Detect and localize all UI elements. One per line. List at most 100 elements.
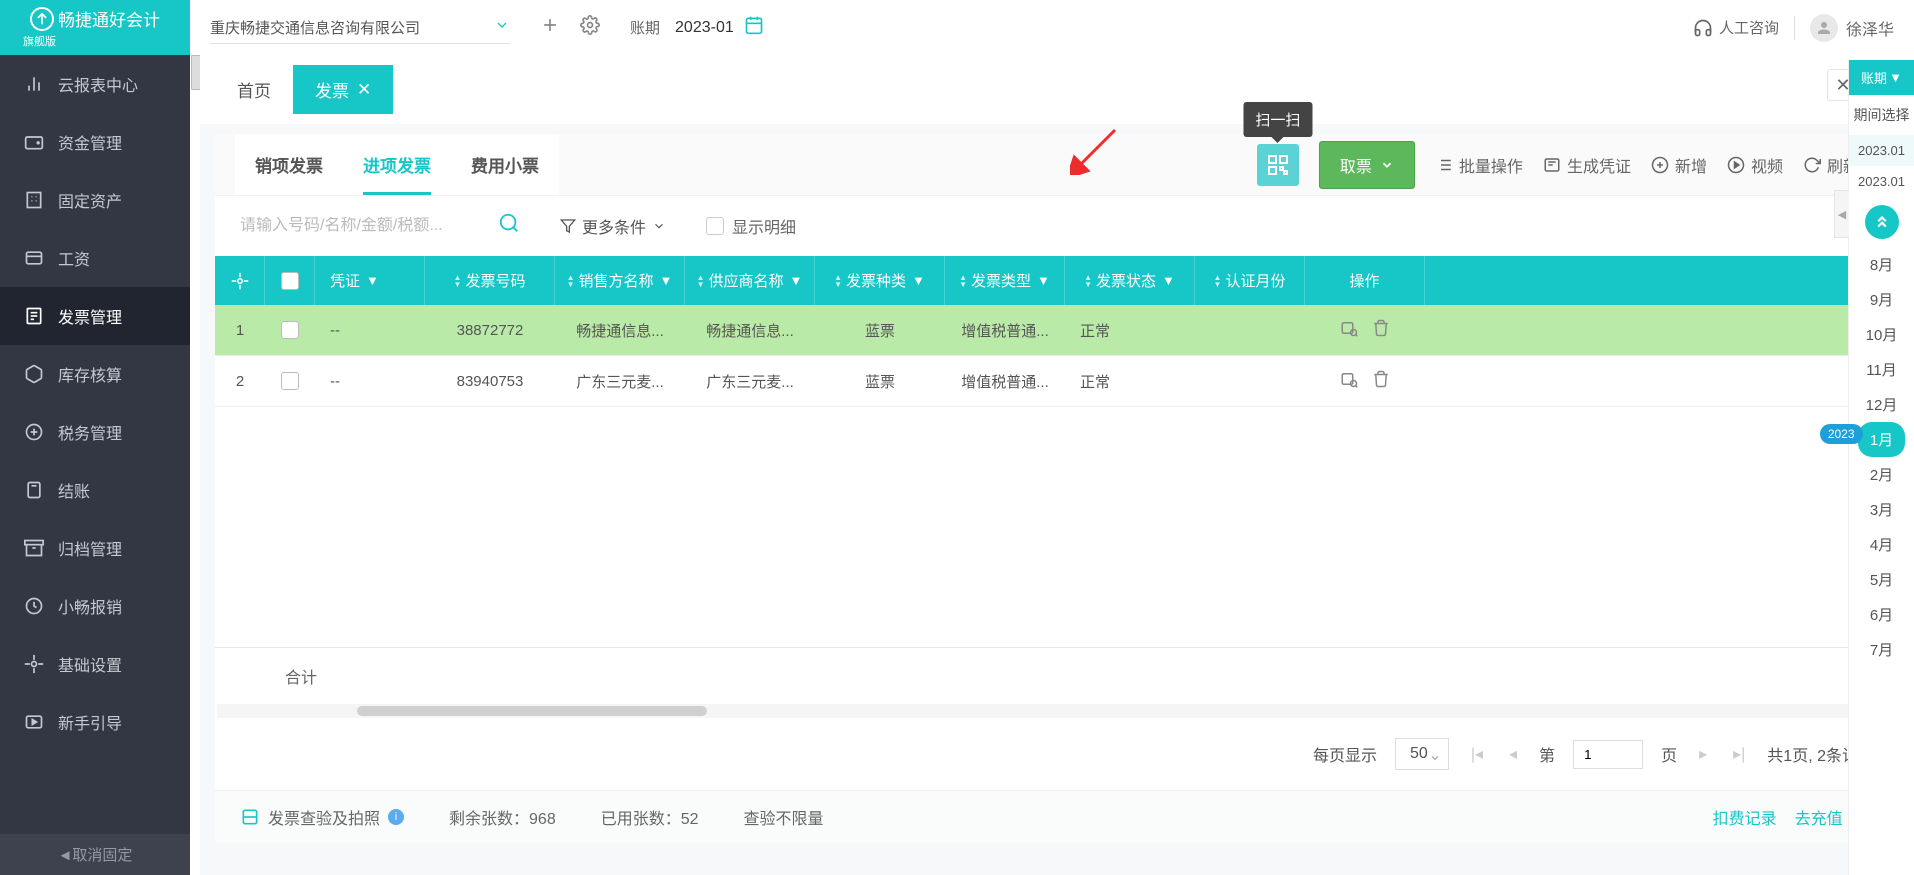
table-row[interactable]: 1--38872772畅捷通信息...畅捷通信息...蓝票增值税普通...正常 [215, 305, 1899, 356]
sort-icon: ▲▼ [697, 274, 705, 288]
user-menu[interactable]: 徐泽华 [1810, 14, 1894, 42]
col-voucher[interactable]: 凭证▼ [315, 256, 425, 305]
sidebar-item-building[interactable]: 固定资产 [0, 171, 190, 229]
horizontal-scrollbar[interactable] [217, 704, 1897, 718]
gen-voucher-button[interactable]: 生成凭证 [1543, 153, 1631, 177]
qr-scan-button[interactable]: 扫一扫 [1257, 144, 1299, 186]
table-header: 凭证▼ ▲▼发票号码 ▲▼销售方名称▼ ▲▼供应商名称▼ ▲▼发票种类▼ ▲▼发… [215, 256, 1899, 305]
sidebar-item-close-book[interactable]: 结账 [0, 461, 190, 519]
sort-icon: ▲▼ [567, 274, 575, 288]
page-first[interactable]: |◂ [1467, 740, 1487, 768]
voucher-icon [1543, 156, 1561, 174]
col-kind[interactable]: ▲▼发票种类▼ [815, 256, 945, 305]
period-month[interactable]: 2月 [1858, 457, 1905, 492]
period-button[interactable]: 账期 ▼ [1849, 60, 1914, 95]
period-month[interactable]: 8月 [1858, 247, 1905, 282]
sidebar-item-label: 固定资产 [58, 188, 122, 212]
period-month[interactable]: 12月 [1854, 387, 1910, 422]
period-month[interactable]: 3月 [1858, 492, 1905, 527]
sidebar-item-label: 发票管理 [58, 304, 122, 328]
sidebar-item-chart[interactable]: 云报表中心 [0, 55, 190, 113]
sidebar-item-label: 云报表中心 [58, 72, 138, 96]
per-page-select[interactable]: 50 ⌄ [1395, 738, 1449, 770]
gear-icon[interactable] [580, 15, 600, 41]
col-type[interactable]: ▲▼发票类型▼ [945, 256, 1065, 305]
video-button[interactable]: 视频 [1727, 153, 1783, 177]
calendar-icon[interactable] [744, 15, 764, 40]
delete-icon[interactable] [1372, 319, 1390, 341]
period-year-start[interactable]: 2023.01 [1849, 135, 1914, 166]
sidebar-item-guide[interactable]: 新手引导 [0, 693, 190, 751]
period-month[interactable]: 7月 [1858, 632, 1905, 667]
sidebar-item-tax[interactable]: 税务管理 [0, 403, 190, 461]
col-month[interactable]: ▲▼认证月份 [1195, 256, 1305, 305]
page-prev[interactable]: ◂ [1505, 740, 1521, 768]
period-month[interactable]: 10月 [1854, 317, 1910, 352]
period-month[interactable]: 4月 [1858, 527, 1905, 562]
checkbox[interactable] [706, 217, 724, 235]
scrollbar-thumb[interactable] [357, 706, 707, 716]
invoice-icon [24, 306, 44, 326]
col-status[interactable]: ▲▼发票状态▼ [1065, 256, 1195, 305]
fee-record-link[interactable]: 扣费记录 [1713, 805, 1777, 829]
view-icon[interactable] [1340, 319, 1358, 341]
more-conditions[interactable]: 更多条件 [560, 214, 666, 238]
sidebar-item-settings[interactable]: 基础设置 [0, 635, 190, 693]
col-invoice-no[interactable]: ▲▼发票号码 [425, 256, 555, 305]
scroll-up-button[interactable] [1865, 205, 1899, 239]
page-next[interactable]: ▸ [1695, 740, 1711, 768]
panel-collapse[interactable]: ◀ [1834, 190, 1849, 238]
filter-icon: ▼ [790, 273, 803, 288]
sidebar-unpin[interactable]: ◄取消固定 [0, 834, 190, 875]
row-checkbox[interactable] [281, 372, 299, 390]
period-value: 2023-01 [675, 19, 734, 37]
sidebar-item-reimburse[interactable]: 小畅报销 [0, 577, 190, 635]
sidebar-item-invoice[interactable]: 发票管理 [0, 287, 190, 345]
recharge-link[interactable]: 去充值 [1795, 805, 1843, 829]
wallet-icon [24, 132, 44, 152]
close-icon[interactable]: ✕ [357, 80, 371, 100]
view-icon[interactable] [1340, 370, 1358, 392]
col-supplier[interactable]: ▲▼供应商名称▼ [685, 256, 815, 305]
info-icon[interactable]: i [388, 809, 404, 825]
col-settings[interactable] [215, 256, 265, 305]
search-icon[interactable] [498, 212, 520, 240]
support-link[interactable]: 人工咨询 [1693, 17, 1779, 38]
company-selector[interactable]: 重庆畅捷交通信息咨询有限公司 [210, 12, 510, 44]
sidebar-item-archive[interactable]: 归档管理 [0, 519, 190, 577]
add-button[interactable]: 新增 [1651, 153, 1707, 177]
col-seller[interactable]: ▲▼销售方名称▼ [555, 256, 685, 305]
period-year-end[interactable]: 2023.01 [1849, 166, 1914, 197]
filter-icon: ▼ [912, 273, 925, 288]
sort-icon: ▲▼ [1214, 274, 1222, 288]
col-select-all[interactable] [265, 256, 315, 305]
subtab-purchase[interactable]: 进项发票 [343, 134, 451, 195]
sidebar-item-wallet[interactable]: 资金管理 [0, 113, 190, 171]
table-total-row: 合计 [215, 647, 1899, 704]
search-input[interactable] [240, 217, 520, 235]
page-last[interactable]: ▸| [1729, 740, 1749, 768]
tab-invoice[interactable]: 发票 ✕ [293, 65, 393, 114]
subtab-receipt[interactable]: 费用小票 [451, 134, 559, 195]
show-detail-toggle[interactable]: 显示明细 [706, 214, 796, 238]
row-checkbox[interactable] [281, 321, 299, 339]
sidebar-item-stock[interactable]: 库存核算 [0, 345, 190, 403]
subtab-sales[interactable]: 销项发票 [235, 134, 343, 195]
sidebar-item-wage[interactable]: 工资 [0, 229, 190, 287]
page-input[interactable] [1573, 740, 1643, 769]
divider [1794, 16, 1795, 40]
fetch-button[interactable]: 取票 [1319, 141, 1415, 189]
period-month[interactable]: 9月 [1858, 282, 1905, 317]
period-month[interactable]: 1月2023 [1858, 422, 1905, 457]
headset-icon [1693, 18, 1713, 38]
period-month[interactable]: 11月 [1854, 352, 1909, 387]
plus-icon[interactable] [540, 15, 560, 41]
batch-button[interactable]: 批量操作 [1435, 153, 1523, 177]
verify-title: 发票查验及拍照 i [240, 805, 404, 829]
pagination: 每页显示 50 ⌄ |◂ ◂ 第 页 ▸ ▸| 共1页, 2条记录 [215, 718, 1899, 790]
period-month[interactable]: 5月 [1858, 562, 1905, 597]
tab-home[interactable]: 首页 [215, 65, 293, 114]
delete-icon[interactable] [1372, 370, 1390, 392]
table-row[interactable]: 2--83940753广东三元麦...广东三元麦...蓝票增值税普通...正常 [215, 356, 1899, 407]
period-month[interactable]: 6月 [1858, 597, 1905, 632]
